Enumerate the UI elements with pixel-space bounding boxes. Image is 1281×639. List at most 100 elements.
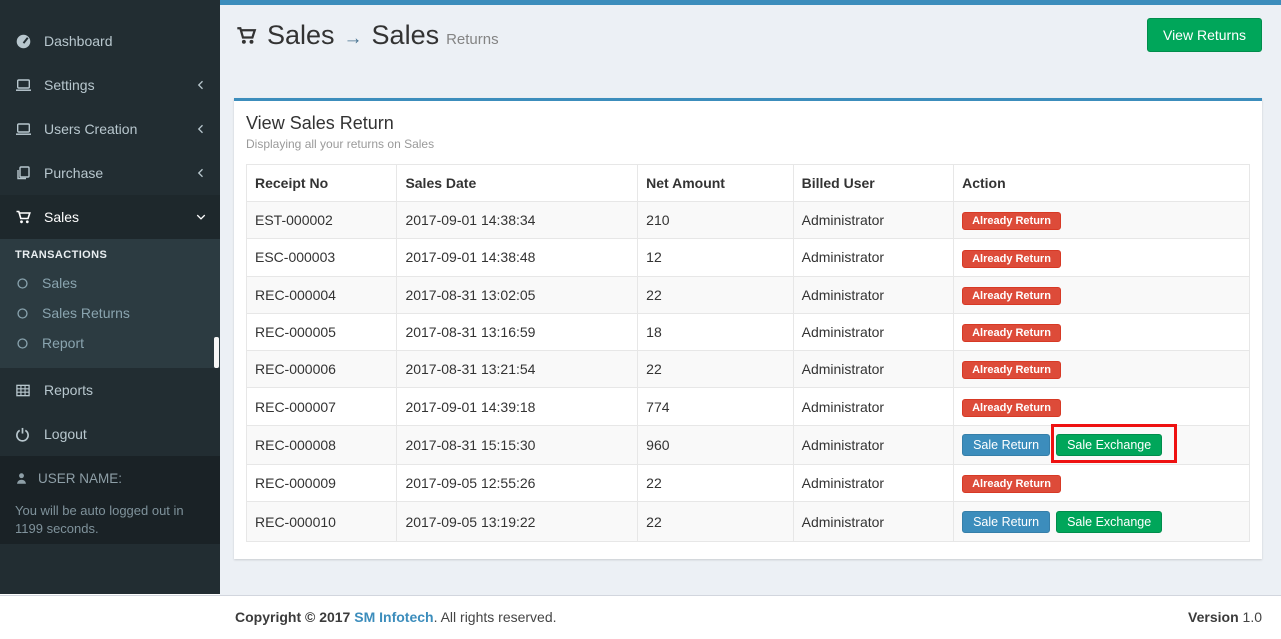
net-amount-cell: 18 [637, 312, 794, 352]
sidebar-subitem-sales[interactable]: Sales [0, 268, 220, 298]
page-footer: Copyright © 2017 SM Infotech. All rights… [0, 595, 1281, 639]
net-amount-cell: 774 [637, 387, 794, 426]
already-return-button[interactable]: Already Return [962, 475, 1061, 494]
sidebar-item-reports[interactable]: Reports [0, 368, 220, 412]
circle-o-icon [16, 307, 34, 320]
receipt-no-cell: REC-000009 [245, 464, 398, 503]
receipt-no-cell: REC-000008 [245, 424, 398, 466]
table-row: REC-000005 2017-08-31 13:16:59 18 Administr… [245, 312, 1250, 352]
receipt-no-cell: REC-000006 [245, 350, 398, 389]
sidebar-subitem-label: Report [42, 335, 85, 351]
table-row: REC-000006 2017-08-31 13:21:54 22 Administr… [245, 350, 1250, 389]
receipt-no-cell: EST-000002 [245, 200, 398, 240]
billed-user-cell: Administrator [792, 312, 955, 352]
sales-date-cell: 2017-08-31 13:02:05 [396, 275, 639, 314]
monitor-icon [15, 77, 35, 93]
action-cell: Already Return [953, 387, 1250, 426]
receipt-no-cell: REC-000004 [245, 275, 398, 314]
sidebar-item-purchase[interactable]: Purchase [0, 151, 220, 195]
billed-user-cell: Administrator [792, 200, 955, 240]
receipt-no-cell: ESC-000003 [245, 238, 398, 277]
action-cell: Sale Return Sale Exchange [953, 501, 1250, 542]
receipt-no-cell: REC-000005 [245, 312, 398, 352]
sidebar-item-label: Reports [44, 382, 94, 398]
billed-user-cell: Administrator [792, 238, 955, 277]
net-amount-cell: 960 [637, 424, 794, 466]
auto-logout-note: You will be auto logged out in 1199 seco… [15, 503, 184, 536]
sales-date-cell: 2017-09-05 12:55:26 [396, 464, 639, 503]
already-return-button[interactable]: Already Return [962, 212, 1061, 231]
table-row: REC-000010 2017-09-05 13:19:22 22 Administr… [245, 501, 1250, 542]
sidebar-subitem-sales-returns[interactable]: Sales Returns [0, 298, 220, 328]
already-return-button[interactable]: Already Return [962, 324, 1061, 343]
circle-o-icon [16, 277, 34, 290]
shopping-cart-icon [235, 25, 258, 46]
monitor-icon [15, 121, 35, 137]
sales-date-cell: 2017-09-01 14:39:18 [396, 387, 639, 426]
sales-date-cell: 2017-08-31 13:21:54 [396, 350, 639, 389]
sidebar-item-label: Logout [44, 426, 87, 442]
copyright-suffix: . All rights reserved. [433, 609, 557, 625]
table-row: REC-000007 2017-09-01 14:39:18 774 Administ… [245, 387, 1250, 426]
sidebar-item-label: Purchase [44, 165, 104, 181]
sidebar-user-block: USER NAME: You will be auto logged out i… [0, 456, 220, 544]
already-return-button[interactable]: Already Return [962, 286, 1061, 305]
already-return-button[interactable]: Already Return [962, 361, 1061, 380]
column-header-billed-user: Billed User [792, 164, 955, 202]
chevron-left-icon [195, 123, 207, 135]
net-amount-cell: 210 [637, 200, 794, 240]
chevron-down-icon [195, 211, 207, 223]
sale-exchange-button[interactable]: Sale Exchange [1056, 510, 1163, 533]
power-icon [15, 426, 35, 442]
action-cell: Already Return [953, 200, 1250, 240]
already-return-button[interactable]: Already Return [962, 398, 1061, 417]
chevron-left-icon [195, 167, 207, 179]
action-cell: Already Return [953, 312, 1250, 352]
column-header-receipt-no: Receipt No [245, 164, 398, 202]
action-cell: Already Return [953, 464, 1250, 503]
sidebar-item-dashboard[interactable]: Dashboard [0, 19, 220, 63]
receipt-no-cell: REC-000010 [245, 501, 398, 542]
billed-user-cell: Administrator [792, 350, 955, 389]
sidebar-subitem-report[interactable]: Report [0, 328, 220, 358]
column-header-net-amount: Net Amount [637, 164, 794, 202]
version-value: 1.0 [1242, 609, 1262, 625]
company-link[interactable]: SM Infotech [354, 609, 433, 625]
sidebar-subitem-label: Sales [42, 275, 78, 291]
table-row: REC-000004 2017-08-31 13:02:05 22 Administr… [245, 275, 1250, 314]
sidebar-item-logout[interactable]: Logout [0, 412, 220, 456]
billed-user-cell: Administrator [792, 501, 955, 542]
sidebar-section-label: TRANSACTIONS [15, 249, 108, 261]
sidebar-item-users-creation[interactable]: Users Creation [0, 107, 220, 151]
sales-date-cell: 2017-09-01 14:38:48 [396, 238, 639, 277]
net-amount-cell: 22 [637, 275, 794, 314]
sale-return-button[interactable]: Sale Return [962, 434, 1051, 457]
sidebar-item-settings[interactable]: Settings [0, 63, 220, 107]
net-amount-cell: 22 [637, 464, 794, 503]
table-row: ESC-000003 2017-09-01 14:38:48 12 Administr… [245, 238, 1250, 277]
billed-user-cell: Administrator [792, 387, 955, 426]
sidebar-submenu-transactions: TRANSACTIONS Sales Sales Returns Report [0, 239, 220, 368]
sidebar-item-label: Dashboard [44, 33, 113, 49]
sale-exchange-button[interactable]: Sale Exchange [1056, 434, 1163, 457]
circle-o-icon [16, 337, 34, 350]
page-title-suffix: Returns [446, 31, 499, 48]
column-header-sales-date: Sales Date [396, 164, 639, 202]
sidebar-scrollbar-thumb[interactable] [214, 337, 219, 368]
sidebar-item-sales[interactable]: Sales [0, 195, 220, 239]
sales-returns-table-body: EST-000002 2017-09-01 14:38:34 210 Administ… [245, 200, 1250, 542]
page-title: Sales [371, 20, 440, 50]
sales-returns-table: Receipt No Sales Date Net Amount Billed … [245, 164, 1250, 542]
action-cell: Sale Return Sale Exchange [953, 423, 1250, 466]
panel-subtitle: Displaying all your returns on Sales [246, 137, 435, 151]
view-returns-button[interactable]: View Returns [1146, 18, 1262, 52]
billed-user-cell: Administrator [792, 275, 955, 314]
net-amount-cell: 22 [637, 501, 794, 542]
billed-user-cell: Administrator [792, 464, 955, 503]
version-text: Version 1.0 [1188, 609, 1262, 639]
sale-return-button[interactable]: Sale Return [962, 510, 1051, 533]
breadcrumb-primary: Sales [267, 20, 335, 50]
sales-date-cell: 2017-09-01 14:38:34 [396, 200, 639, 240]
column-header-action: Action [953, 164, 1250, 202]
already-return-button[interactable]: Already Return [962, 249, 1061, 268]
